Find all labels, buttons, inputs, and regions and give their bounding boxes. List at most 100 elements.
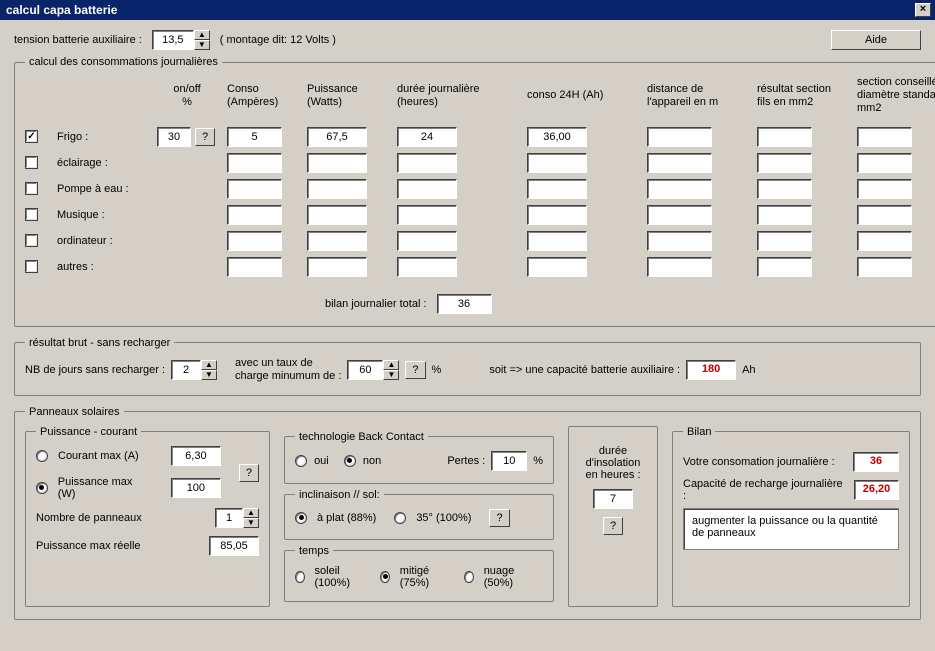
radio-tech-non[interactable]	[344, 455, 356, 467]
watt-input[interactable]	[307, 179, 367, 199]
watt-input[interactable]	[307, 257, 367, 277]
taux-spinner[interactable]: ▲ ▼	[347, 360, 399, 380]
total-value[interactable]	[437, 294, 492, 314]
taux-help-button[interactable]: ?	[405, 361, 425, 379]
dist-input[interactable]	[647, 257, 712, 277]
radio-incl-35[interactable]	[394, 512, 406, 524]
onoff-input[interactable]	[157, 127, 191, 147]
watt-input[interactable]	[307, 127, 367, 147]
sectstd-input[interactable]	[857, 153, 912, 173]
sect-input[interactable]	[757, 231, 812, 251]
radio-puissance[interactable]	[36, 482, 48, 494]
row-checkbox[interactable]	[25, 156, 38, 169]
hours-input[interactable]	[397, 205, 457, 225]
watt-input[interactable]	[307, 231, 367, 251]
sectstd-input[interactable]	[857, 205, 912, 225]
spin-down-icon[interactable]: ▼	[383, 370, 399, 380]
sectstd-input[interactable]	[857, 127, 912, 147]
sectstd-input[interactable]	[857, 231, 912, 251]
spin-down-icon[interactable]: ▼	[243, 518, 259, 528]
jours-input[interactable]	[171, 360, 201, 380]
spin-down-icon[interactable]: ▼	[201, 370, 217, 380]
amp-input[interactable]	[227, 127, 282, 147]
ah-input[interactable]	[527, 127, 587, 147]
close-icon[interactable]: ×	[915, 3, 931, 17]
sectstd-input[interactable]	[857, 179, 912, 199]
sect-input[interactable]	[757, 179, 812, 199]
spin-up-icon[interactable]: ▲	[194, 30, 210, 40]
dist-input[interactable]	[647, 231, 712, 251]
amp-input[interactable]	[227, 153, 282, 173]
temps-fieldset: temps soleil (100%) mitigé (75%) nuage (…	[284, 545, 554, 602]
row-label: Frigo :	[57, 131, 147, 143]
taux-label-2: charge minumum de :	[235, 370, 341, 383]
hours-input[interactable]	[397, 179, 457, 199]
sectstd-input[interactable]	[857, 257, 912, 277]
amp-input[interactable]	[227, 257, 282, 277]
taux-input[interactable]	[347, 360, 383, 380]
sect-input[interactable]	[757, 127, 812, 147]
ah-input[interactable]	[527, 205, 587, 225]
pertes-input[interactable]	[491, 451, 527, 471]
ah-input[interactable]	[527, 179, 587, 199]
row-checkbox[interactable]	[25, 260, 38, 273]
table-row: éclairage :	[25, 150, 935, 176]
jours-spinner[interactable]: ▲ ▼	[171, 360, 217, 380]
table-row: Musique :	[25, 202, 935, 228]
row-checkbox[interactable]	[25, 208, 38, 221]
onoff-help-button[interactable]: ?	[195, 128, 215, 146]
bilan-recharge-value: 26,20	[854, 480, 899, 500]
dist-input[interactable]	[647, 179, 712, 199]
sect-input[interactable]	[757, 205, 812, 225]
incl-help-button[interactable]: ?	[489, 509, 509, 527]
tension-input[interactable]	[152, 30, 194, 50]
nb-spinner[interactable]: ▲ ▼	[215, 508, 259, 528]
dist-input[interactable]	[647, 127, 712, 147]
pc-help-button[interactable]: ?	[239, 464, 259, 482]
ah-input[interactable]	[527, 153, 587, 173]
reelle-input[interactable]	[209, 536, 259, 556]
watt-input[interactable]	[307, 153, 367, 173]
dist-input[interactable]	[647, 153, 712, 173]
insol-input[interactable]	[593, 489, 633, 509]
sect-input[interactable]	[757, 257, 812, 277]
ah-input[interactable]	[527, 257, 587, 277]
tension-spinner[interactable]: ▲ ▼	[152, 30, 210, 50]
tech-non-label: non	[363, 455, 381, 467]
row-checkbox[interactable]	[25, 234, 38, 247]
radio-temps-nuage[interactable]	[464, 571, 474, 583]
radio-tech-oui[interactable]	[295, 455, 307, 467]
row-checkbox[interactable]	[25, 130, 38, 143]
puissance-input[interactable]	[171, 478, 221, 498]
row-checkbox[interactable]	[25, 182, 38, 195]
courant-input[interactable]	[171, 446, 221, 466]
brut-legend: résultat brut - sans recharger	[25, 337, 174, 349]
amp-input[interactable]	[227, 231, 282, 251]
watt-input[interactable]	[307, 205, 367, 225]
insol-help-button[interactable]: ?	[603, 517, 623, 535]
amp-input[interactable]	[227, 205, 282, 225]
tech-fieldset: technologie Back Contact oui non Pertes …	[284, 431, 554, 484]
hdr-sect: résultat section fils en mm2	[757, 83, 847, 113]
spin-up-icon[interactable]: ▲	[383, 360, 399, 370]
radio-temps-mitige[interactable]	[380, 571, 390, 583]
reelle-label: Puissance max réelle	[36, 540, 141, 552]
sect-input[interactable]	[757, 153, 812, 173]
spin-up-icon[interactable]: ▲	[243, 508, 259, 518]
row-label: éclairage :	[57, 157, 147, 169]
spin-down-icon[interactable]: ▼	[194, 40, 210, 50]
hours-input[interactable]	[397, 257, 457, 277]
spin-up-icon[interactable]: ▲	[201, 360, 217, 370]
hours-input[interactable]	[397, 153, 457, 173]
radio-temps-soleil[interactable]	[295, 571, 305, 583]
hours-input[interactable]	[397, 231, 457, 251]
ah-input[interactable]	[527, 231, 587, 251]
help-button[interactable]: Aide	[831, 30, 921, 50]
radio-courant[interactable]	[36, 450, 48, 462]
conso-legend: calcul des consommations journalières	[25, 56, 222, 68]
hours-input[interactable]	[397, 127, 457, 147]
dist-input[interactable]	[647, 205, 712, 225]
nb-input[interactable]	[215, 508, 243, 528]
radio-incl-flat[interactable]	[295, 512, 307, 524]
amp-input[interactable]	[227, 179, 282, 199]
